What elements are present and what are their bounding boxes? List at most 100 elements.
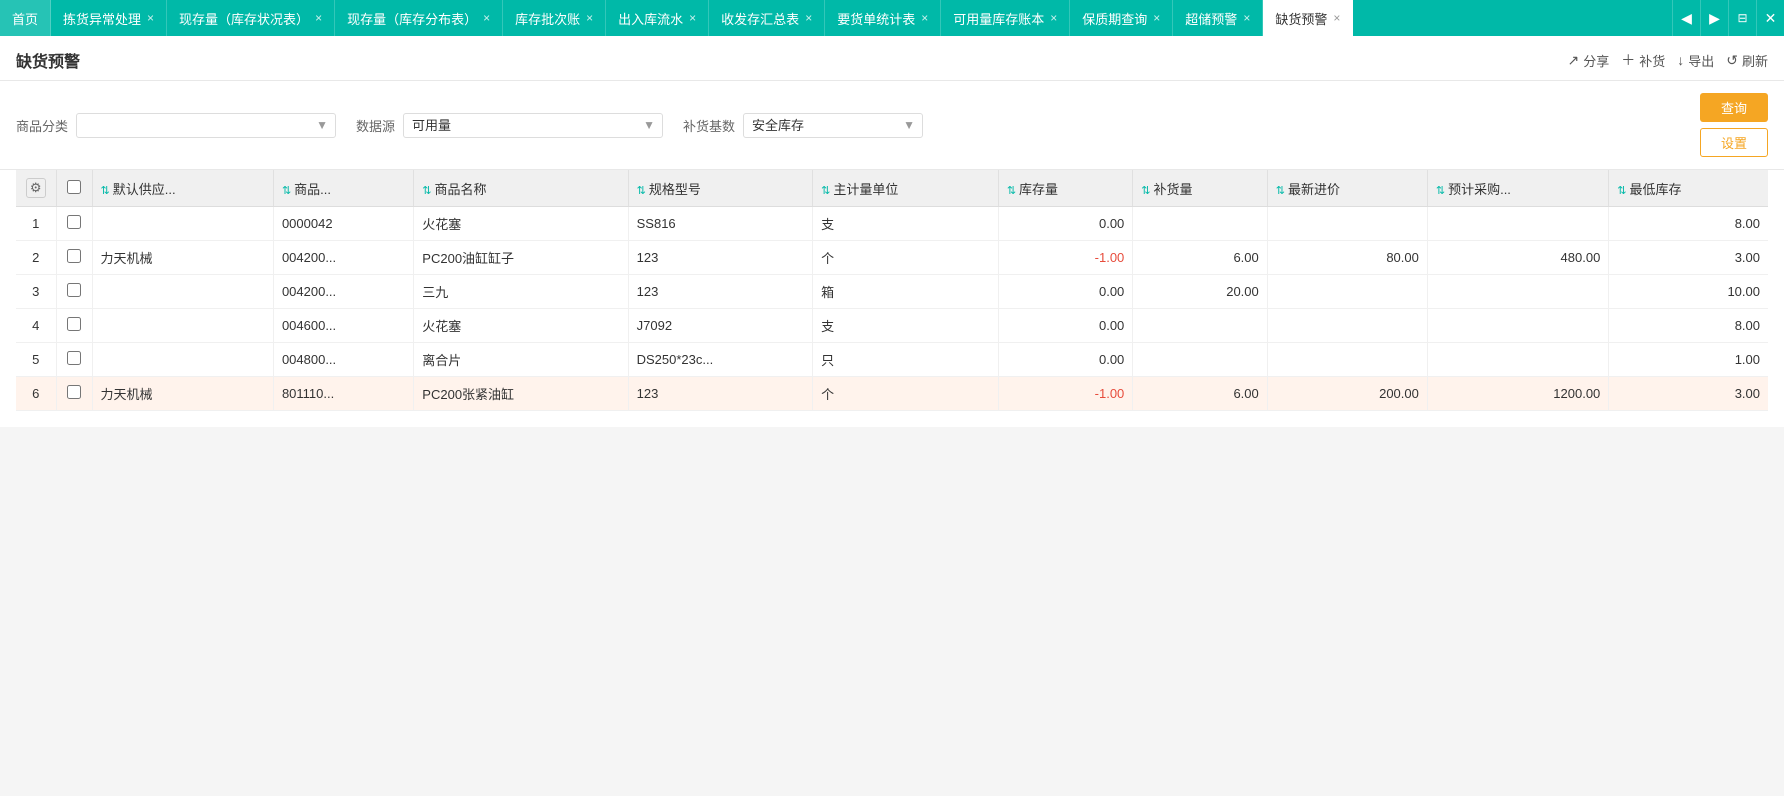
- col-label-min_stock: 最低库存: [1630, 182, 1682, 197]
- row-checkbox-1[interactable]: [67, 249, 81, 263]
- tab-close-inventory-status[interactable]: ×: [315, 11, 322, 25]
- col-header-spec[interactable]: ⇅规格型号: [628, 170, 812, 207]
- cell-product_code-5: 801110...: [273, 377, 413, 411]
- datasource-filter-group: 数据源 可用量 库存量 ▼: [356, 113, 663, 138]
- cell-min_stock-5: 3.00: [1609, 377, 1768, 411]
- tab-prev-button[interactable]: ◀: [1672, 0, 1700, 36]
- tab-label-shortage: 缺货预警: [1275, 9, 1327, 28]
- refresh-button[interactable]: ↺刷新: [1726, 51, 1768, 70]
- cell-stock_qty-5: -1.00: [998, 377, 1132, 411]
- row-checkbox-5[interactable]: [67, 385, 81, 399]
- tab-close-demand-stats[interactable]: ×: [921, 11, 928, 25]
- col-header-min_stock[interactable]: ⇅最低库存: [1609, 170, 1768, 207]
- tab-close-expiry[interactable]: ×: [1153, 11, 1160, 25]
- tab-label-abnormal: 拣货异常处理: [63, 9, 141, 28]
- col-header-default_supplier[interactable]: ⇅默认供应...: [92, 170, 273, 207]
- cell-num-1: 2: [16, 241, 56, 275]
- cell-spec-0: SS816: [628, 207, 812, 241]
- table-row: 5004800...离合片DS250*23c...只0.001.00: [16, 343, 1768, 377]
- tab-item-batch-account[interactable]: 库存批次账 ×: [503, 0, 606, 36]
- cell-product_code-3: 004600...: [273, 309, 413, 343]
- tab-close-inventory-dist[interactable]: ×: [483, 11, 490, 25]
- query-button[interactable]: 查询: [1700, 93, 1768, 122]
- row-checkbox-0[interactable]: [67, 215, 81, 229]
- tab-item-receipt-summary[interactable]: 收发存汇总表×: [709, 0, 825, 36]
- cell-product_name-5: PC200张紧油缸: [414, 377, 628, 411]
- tab-close-inout-flow[interactable]: ×: [689, 11, 696, 25]
- settings-button[interactable]: 设置: [1700, 128, 1768, 157]
- cell-min_stock-2: 10.00: [1609, 275, 1768, 309]
- cell-check-0: [56, 207, 92, 241]
- tab-item-demand-stats[interactable]: 要货单统计表 ×: [825, 0, 941, 36]
- tab-close-receipt-summary[interactable]: ×: [805, 11, 812, 25]
- cell-product_code-1: 004200...: [273, 241, 413, 275]
- cell-replenish_qty-5: 6.00: [1133, 377, 1267, 411]
- row-checkbox-3[interactable]: [67, 317, 81, 331]
- table-row: 10000042火花塞SS816支0.008.00: [16, 207, 1768, 241]
- col-header-product_code[interactable]: ⇅商品...: [273, 170, 413, 207]
- tab-next-button[interactable]: ▶: [1700, 0, 1728, 36]
- col-header-replenish_qty[interactable]: ⇅ 补货量: [1133, 170, 1267, 207]
- cell-unit-0: 支: [813, 207, 999, 241]
- tab-close-overstock[interactable]: ×: [1243, 11, 1250, 25]
- cell-check-2: [56, 275, 92, 309]
- cell-unit-2: 箱: [813, 275, 999, 309]
- replenish-button[interactable]: ＋补货: [1621, 50, 1665, 70]
- datasource-select[interactable]: 可用量 库存量: [403, 113, 663, 138]
- sort-icon-product_code: ⇅: [282, 185, 291, 197]
- table-settings-icon[interactable]: ⚙: [26, 178, 46, 198]
- table-row: 2力天机械004200...PC200油缸缸子123个-1.006.0080.0…: [16, 241, 1768, 275]
- tab-item-overstock[interactable]: 超储预警×: [1173, 0, 1263, 36]
- replenish-label: 补货: [1639, 51, 1665, 70]
- tab-item-abnormal[interactable]: 拣货异常处理 ×: [51, 0, 167, 36]
- table-row: 4004600...火花塞J7092支0.008.00: [16, 309, 1768, 343]
- share-button[interactable]: ↗分享: [1567, 51, 1609, 70]
- cell-spec-3: J7092: [628, 309, 812, 343]
- cell-check-5: [56, 377, 92, 411]
- cell-estimated_purchase-4: [1427, 343, 1608, 377]
- col-label-replenish_qty: 补货量: [1154, 182, 1193, 197]
- replenish-icon: ＋: [1621, 50, 1635, 70]
- col-header-product_name[interactable]: ⇅商品名称: [414, 170, 628, 207]
- table-row: 6力天机械801110...PC200张紧油缸123个-1.006.00200.…: [16, 377, 1768, 411]
- row-checkbox-2[interactable]: [67, 283, 81, 297]
- tab-close-all-button[interactable]: ✕: [1756, 0, 1784, 36]
- cell-latest_price-4: [1267, 343, 1427, 377]
- col-header-estimated_purchase[interactable]: ⇅预计采购...: [1427, 170, 1608, 207]
- sort-icon-replenish_qty: ⇅: [1141, 185, 1150, 197]
- cell-min_stock-3: 8.00: [1609, 309, 1768, 343]
- col-header-latest_price[interactable]: ⇅最新进价: [1267, 170, 1427, 207]
- category-select[interactable]: [76, 113, 336, 138]
- cell-product_code-2: 004200...: [273, 275, 413, 309]
- tab-close-shortage[interactable]: ×: [1333, 11, 1340, 25]
- export-button[interactable]: ↓导出: [1677, 51, 1714, 70]
- row-checkbox-4[interactable]: [67, 351, 81, 365]
- tab-item-shortage[interactable]: 缺货预警 ×: [1263, 0, 1353, 36]
- tab-item-available-ledger[interactable]: 可用量库存账本×: [941, 0, 1070, 36]
- tab-item-expiry[interactable]: 保质期查询×: [1070, 0, 1173, 36]
- filter-actions: 查询 设置: [1700, 93, 1768, 157]
- cell-product_name-0: 火花塞: [414, 207, 628, 241]
- tab-item-home[interactable]: 首页: [0, 0, 51, 36]
- col-header-unit[interactable]: ⇅主计量单位: [813, 170, 999, 207]
- cell-spec-4: DS250*23c...: [628, 343, 812, 377]
- tab-item-inventory-status[interactable]: 现存量（库存状况表）×: [167, 0, 335, 36]
- tab-close-batch-account[interactable]: ×: [586, 11, 593, 25]
- tab-item-inout-flow[interactable]: 出入库流水×: [606, 0, 709, 36]
- replenish-base-select[interactable]: 安全库存 最低库存: [743, 113, 923, 138]
- col-header-stock_qty[interactable]: ⇅库存量: [998, 170, 1132, 207]
- tab-menu-button[interactable]: ⊟: [1728, 0, 1756, 36]
- tab-item-inventory-dist[interactable]: 现存量（库存分布表）×: [335, 0, 503, 36]
- cell-latest_price-0: [1267, 207, 1427, 241]
- data-table: ⚙⇅默认供应...⇅商品...⇅商品名称⇅规格型号⇅主计量单位⇅库存量⇅补货量⇅…: [16, 170, 1768, 411]
- tab-label-demand-stats: 要货单统计表: [837, 9, 915, 28]
- tab-close-available-ledger[interactable]: ×: [1050, 11, 1057, 25]
- tab-close-abnormal[interactable]: ×: [147, 11, 154, 25]
- cell-spec-5: 123: [628, 377, 812, 411]
- cell-default_supplier-1: 力天机械: [92, 241, 273, 275]
- cell-num-2: 3: [16, 275, 56, 309]
- tab-label-batch-account: 库存批次账: [515, 9, 580, 28]
- cell-min_stock-4: 1.00: [1609, 343, 1768, 377]
- sort-icon-estimated_purchase: ⇅: [1436, 185, 1445, 197]
- select-all-checkbox[interactable]: [67, 180, 81, 194]
